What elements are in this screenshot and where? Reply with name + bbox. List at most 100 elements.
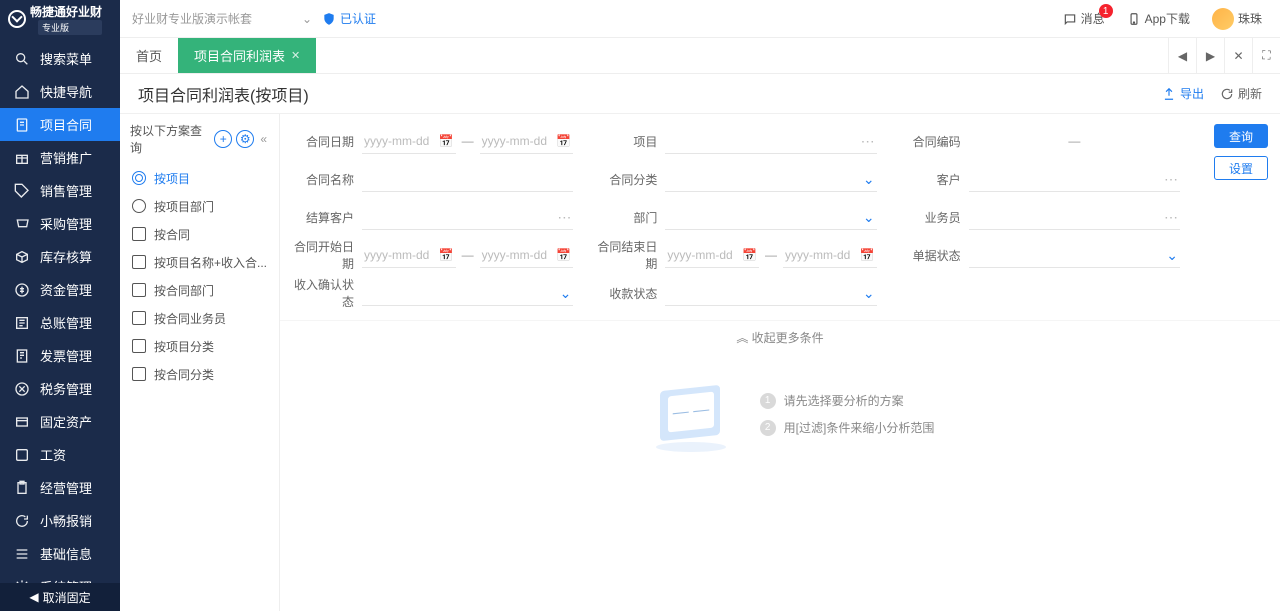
collapse-label: 收起更多条件 <box>752 331 824 345</box>
customer-input[interactable] <box>969 166 1180 192</box>
nav-expense[interactable]: 小畅报销 <box>0 504 120 537</box>
scheme-header-label: 按以下方案查询 <box>130 122 210 156</box>
field-pay-status: 收款状态 ⌄ <box>593 276 876 310</box>
user-menu[interactable]: 珠珠 <box>1206 8 1268 30</box>
org-selector[interactable]: 好业财专业版演示帐套 ⌄ <box>132 10 312 27</box>
nav-assets[interactable]: 固定资产 <box>0 405 120 438</box>
download-button[interactable]: App下载 <box>1121 10 1196 27</box>
close-icon[interactable]: ✕ <box>291 49 300 62</box>
nav-invoice[interactable]: 发票管理 <box>0 339 120 372</box>
nav-ledger[interactable]: 总账管理 <box>0 306 120 339</box>
nav-search[interactable]: 搜索菜单 <box>0 42 120 75</box>
refresh-icon <box>14 513 30 529</box>
scheme-item-project-cat[interactable]: 按项目分类 <box>120 332 279 360</box>
more-icon[interactable]: ⋯ <box>557 209 571 226</box>
tab-prev-button[interactable]: ◀ <box>1168 38 1196 74</box>
scheme-settings-button[interactable]: ⚙ <box>236 130 254 148</box>
square-icon <box>132 227 146 241</box>
query-button[interactable]: 查询 <box>1214 124 1268 148</box>
field-label: 合同开始日期 <box>290 238 362 272</box>
tab-home[interactable]: 首页 <box>120 38 178 73</box>
nav-funds[interactable]: 资金管理 <box>0 273 120 306</box>
status-input[interactable] <box>969 242 1180 268</box>
date-from-input[interactable]: yyyy-mm-dd📅 <box>665 242 759 268</box>
static-value: — <box>969 134 1180 148</box>
nav-business[interactable]: 经营管理 <box>0 471 120 504</box>
messages-button[interactable]: 消息 1 <box>1057 10 1111 27</box>
nav-sales[interactable]: 销售管理 <box>0 174 120 207</box>
salary-icon <box>14 447 30 463</box>
field-contract-date: 合同日期 yyyy-mm-dd📅 — yyyy-mm-dd📅 <box>290 124 573 158</box>
scheme-label: 按项目部门 <box>154 198 214 215</box>
date-from-input[interactable]: yyyy-mm-dd 📅 <box>362 242 456 268</box>
placeholder: yyyy-mm-dd <box>364 248 429 262</box>
empty-step-1: 1请先选择要分析的方案 <box>760 392 935 409</box>
calendar-icon: 📅 <box>439 248 454 262</box>
tab-current[interactable]: 项目合同利润表 ✕ <box>178 38 316 73</box>
step-number: 2 <box>760 420 776 436</box>
scheme-item-contract-dept[interactable]: 按合同部门 <box>120 276 279 304</box>
scheme-item-contract-cat[interactable]: 按合同分类 <box>120 360 279 388</box>
date-from-input[interactable]: yyyy-mm-dd📅 <box>362 128 456 154</box>
more-icon[interactable]: ⋯ <box>1164 209 1178 226</box>
field-label: 收款状态 <box>593 285 665 302</box>
dept-input[interactable] <box>665 204 876 230</box>
chevron-down-icon: ⌄ <box>302 12 312 26</box>
scheme-item-contract-sales[interactable]: 按合同业务员 <box>120 304 279 332</box>
nav-label: 总账管理 <box>40 313 92 332</box>
chevron-up-icon: ︽ <box>736 331 748 345</box>
nav-basic[interactable]: 基础信息 <box>0 537 120 570</box>
nav-tax[interactable]: 税务管理 <box>0 372 120 405</box>
nav-salary[interactable]: 工资 <box>0 438 120 471</box>
salesman-input[interactable] <box>969 204 1180 230</box>
refresh-button[interactable]: 刷新 <box>1220 85 1262 102</box>
add-scheme-button[interactable]: + <box>214 130 232 148</box>
fullscreen-button[interactable]: ⛶ <box>1252 38 1280 74</box>
collapse-filters-button[interactable]: ︽ 收起更多条件 <box>280 320 1280 354</box>
action-column: 查询 设置 <box>1214 124 1268 180</box>
chevron-down-icon[interactable]: ⌄ <box>863 285 875 302</box>
tab-close-all-button[interactable]: ✕ <box>1224 38 1252 74</box>
pay-status-input[interactable] <box>665 280 876 306</box>
export-button[interactable]: 导出 <box>1162 85 1204 102</box>
contract-cat-input[interactable] <box>665 166 876 192</box>
scheme-label: 按合同分类 <box>154 366 214 383</box>
nav-quicknav[interactable]: 快捷导航 <box>0 75 120 108</box>
settings-button[interactable]: 设置 <box>1214 156 1268 180</box>
chevron-down-icon[interactable]: ⌄ <box>863 171 875 188</box>
nav-marketing[interactable]: 营销推广 <box>0 141 120 174</box>
collapse-panel-button[interactable]: « <box>258 132 269 146</box>
nav-inventory[interactable]: 库存核算 <box>0 240 120 273</box>
scheme-item-project-dept[interactable]: 按项目部门 <box>120 192 279 220</box>
date-to-input[interactable]: yyyy-mm-dd📅 <box>480 242 574 268</box>
tab-next-button[interactable]: ▶ <box>1196 38 1224 74</box>
square-icon <box>132 255 146 269</box>
project-input[interactable] <box>665 128 876 154</box>
more-icon[interactable]: ⋯ <box>861 133 875 150</box>
settle-customer-input[interactable] <box>362 204 573 230</box>
chevron-down-icon[interactable]: ⌄ <box>863 209 875 226</box>
nav-purchase[interactable]: 采购管理 <box>0 207 120 240</box>
chevron-down-icon[interactable]: ⌄ <box>560 285 572 302</box>
field-label: 客户 <box>897 171 969 188</box>
chevron-down-icon[interactable]: ⌄ <box>1166 247 1178 264</box>
ledger-icon <box>14 315 30 331</box>
field-project: 项目 ⋯ <box>593 124 876 158</box>
contract-name-input[interactable] <box>362 166 573 192</box>
unpin-button[interactable]: ◀ 取消固定 <box>0 583 120 611</box>
placeholder: yyyy-mm-dd <box>364 134 429 148</box>
refresh-icon <box>1220 87 1234 101</box>
verified-label: 已认证 <box>340 10 376 27</box>
placeholder: yyyy-mm-dd <box>482 248 547 262</box>
scheme-item-name-income[interactable]: 按项目名称+收入合... <box>120 248 279 276</box>
gift-icon <box>14 150 30 166</box>
scheme-item-project[interactable]: 按项目 <box>120 164 279 192</box>
range-dash: — <box>765 248 777 262</box>
nav-project-contract[interactable]: 项目合同 <box>0 108 120 141</box>
scheme-item-contract[interactable]: 按合同 <box>120 220 279 248</box>
more-icon[interactable]: ⋯ <box>1164 171 1178 188</box>
field-contract-cat: 合同分类 ⌄ <box>593 162 876 196</box>
date-to-input[interactable]: yyyy-mm-dd📅 <box>480 128 574 154</box>
income-status-input[interactable] <box>362 280 573 306</box>
date-to-input[interactable]: yyyy-mm-dd📅 <box>783 242 877 268</box>
